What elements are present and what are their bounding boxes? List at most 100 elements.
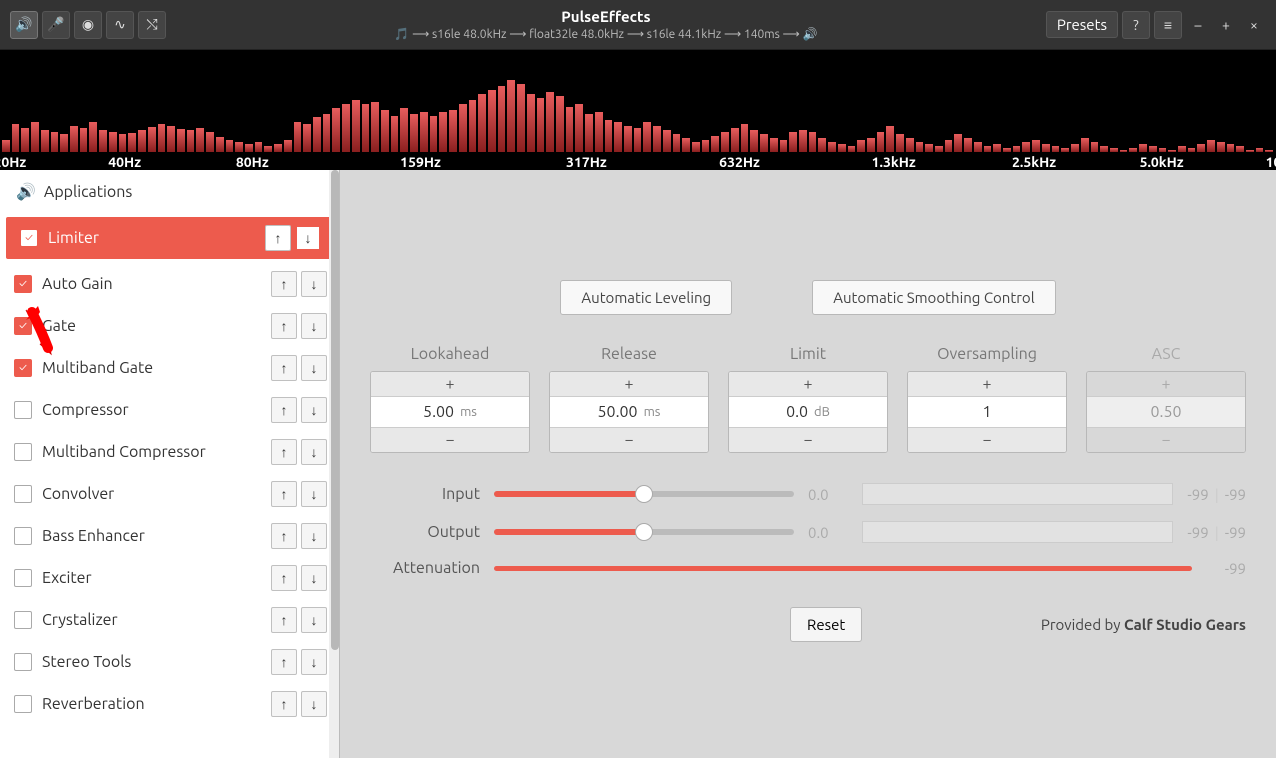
- freq-label: 80Hz: [236, 154, 269, 170]
- move-up-button[interactable]: ↑: [271, 649, 297, 675]
- freq-label: 1.3kHz: [872, 154, 916, 170]
- effect-row-limiter[interactable]: ✓Limiter↑↓: [6, 217, 333, 259]
- lookahead-param: Lookahead + 5.00 ms −: [370, 345, 530, 453]
- release-plus-button[interactable]: +: [550, 372, 708, 396]
- effect-checkbox[interactable]: [14, 611, 32, 629]
- effect-row-crystalizer[interactable]: Crystalizer ↑↓: [0, 599, 339, 641]
- close-button[interactable]: ×: [1242, 13, 1266, 37]
- asc-stepper[interactable]: + 0.50 −: [1086, 371, 1246, 453]
- effect-checkbox[interactable]: ✓: [14, 275, 32, 293]
- move-up-button[interactable]: ↑: [265, 225, 291, 251]
- sidebar-scrollbar[interactable]: [329, 170, 339, 758]
- lookahead-unit: ms: [460, 405, 477, 419]
- move-down-button[interactable]: ↓: [301, 355, 327, 381]
- move-up-button[interactable]: ↑: [271, 607, 297, 633]
- effect-label: Reverberation: [42, 695, 261, 713]
- release-stepper[interactable]: + 50.00 ms −: [549, 371, 709, 453]
- help-icon[interactable]: ?: [1122, 11, 1150, 39]
- limit-param: Limit + 0.0 dB −: [728, 345, 888, 453]
- move-up-button[interactable]: ↑: [271, 481, 297, 507]
- lookahead-label: Lookahead: [370, 345, 530, 363]
- effects-sidebar: 🔊 Applications ✓Limiter↑↓✓Auto Gain↑↓✓Ga…: [0, 170, 340, 758]
- asc-minus-button[interactable]: −: [1087, 428, 1245, 452]
- release-minus-button[interactable]: −: [550, 428, 708, 452]
- oversampling-stepper[interactable]: + 1 −: [907, 371, 1067, 453]
- effect-checkbox[interactable]: [14, 485, 32, 503]
- effect-row-stereo-tools[interactable]: Stereo Tools↑↓: [0, 641, 339, 683]
- limit-minus-button[interactable]: −: [729, 428, 887, 452]
- move-down-button[interactable]: ↓: [301, 649, 327, 675]
- effect-checkbox[interactable]: ✓: [14, 317, 32, 335]
- titlebar: 🔊 🎤 ◉ ∿ ⤭ PulseEffects 🎵 ⟶ s16le 48.0kHz…: [0, 0, 1276, 50]
- attenuation-value: -99: [1206, 560, 1246, 577]
- automatic-leveling-button[interactable]: Automatic Leveling: [560, 280, 732, 315]
- effect-checkbox[interactable]: [14, 527, 32, 545]
- move-up-button[interactable]: ↑: [271, 271, 297, 297]
- output-slider[interactable]: [494, 529, 794, 535]
- hamburger-icon[interactable]: ≡: [1154, 11, 1182, 39]
- asc-plus-button[interactable]: +: [1087, 372, 1245, 396]
- move-down-button[interactable]: ↓: [301, 565, 327, 591]
- move-up-button[interactable]: ↑: [271, 523, 297, 549]
- input-value: 0.0: [808, 486, 848, 503]
- effect-row-convolver[interactable]: Convolver↑↓: [0, 473, 339, 515]
- move-up-button[interactable]: ↑: [271, 439, 297, 465]
- effect-row-exciter[interactable]: Exciter↑↓: [0, 557, 339, 599]
- move-up-button[interactable]: ↑: [271, 565, 297, 591]
- minimize-button[interactable]: –: [1186, 13, 1210, 37]
- move-down-button[interactable]: ↓: [301, 313, 327, 339]
- effect-row-auto-gain[interactable]: ✓Auto Gain↑↓: [0, 263, 339, 305]
- input-slider[interactable]: [494, 491, 794, 497]
- maximize-button[interactable]: +: [1214, 13, 1238, 37]
- effect-checkbox[interactable]: ✓: [20, 229, 38, 247]
- effect-row-multiband-compressor[interactable]: Multiband Compressor↑↓: [0, 431, 339, 473]
- move-down-button[interactable]: ↓: [301, 607, 327, 633]
- effect-checkbox[interactable]: [14, 695, 32, 713]
- effect-row-compressor[interactable]: Compressor↑↓: [0, 389, 339, 431]
- source-tab-icon[interactable]: 🎤: [42, 11, 70, 39]
- move-up-button[interactable]: ↑: [271, 313, 297, 339]
- effect-checkbox[interactable]: [14, 653, 32, 671]
- freq-label: 632Hz: [719, 154, 760, 170]
- shuffle-icon[interactable]: ⤭: [138, 11, 166, 39]
- effect-checkbox[interactable]: [14, 443, 32, 461]
- presets-button[interactable]: Presets: [1046, 11, 1118, 38]
- move-down-button[interactable]: ↓: [301, 271, 327, 297]
- output-label: Output: [370, 523, 480, 541]
- effect-row-reverberation[interactable]: Reverberation ↑↓: [0, 683, 339, 725]
- limit-plus-button[interactable]: +: [729, 372, 887, 396]
- move-up-button[interactable]: ↑: [271, 691, 297, 717]
- move-down-button[interactable]: ↓: [295, 225, 321, 251]
- limiter-panel: Automatic Leveling Automatic Smoothing C…: [340, 170, 1276, 758]
- move-down-button[interactable]: ↓: [301, 691, 327, 717]
- lookahead-minus-button[interactable]: −: [371, 428, 529, 452]
- move-down-button[interactable]: ↓: [301, 523, 327, 549]
- applications-header[interactable]: 🔊 Applications: [0, 170, 339, 213]
- waveform-icon[interactable]: ∿: [106, 11, 134, 39]
- effect-label: Crystalizer: [42, 611, 261, 629]
- effect-checkbox[interactable]: [14, 401, 32, 419]
- output-meter: [862, 521, 1173, 543]
- move-down-button[interactable]: ↓: [301, 481, 327, 507]
- lookahead-plus-button[interactable]: +: [371, 372, 529, 396]
- camera-icon[interactable]: ◉: [74, 11, 102, 39]
- effect-row-bass-enhancer[interactable]: Bass Enhancer↑↓: [0, 515, 339, 557]
- limit-stepper[interactable]: + 0.0 dB −: [728, 371, 888, 453]
- oversampling-plus-button[interactable]: +: [908, 372, 1066, 396]
- oversampling-minus-button[interactable]: −: [908, 428, 1066, 452]
- release-label: Release: [549, 345, 709, 363]
- move-down-button[interactable]: ↓: [301, 439, 327, 465]
- limit-value: 0.0: [786, 403, 808, 421]
- lookahead-stepper[interactable]: + 5.00 ms −: [370, 371, 530, 453]
- move-up-button[interactable]: ↑: [271, 355, 297, 381]
- move-up-button[interactable]: ↑: [271, 397, 297, 423]
- reset-button[interactable]: Reset: [790, 607, 862, 642]
- move-down-button[interactable]: ↓: [301, 397, 327, 423]
- effect-checkbox[interactable]: [14, 569, 32, 587]
- effect-checkbox[interactable]: ✓: [14, 359, 32, 377]
- effect-row-gate[interactable]: ✓Gate↑↓: [0, 305, 339, 347]
- sink-tab-icon[interactable]: 🔊: [10, 11, 38, 39]
- output-meter-r: -99: [1225, 524, 1246, 541]
- automatic-smoothing-control-button[interactable]: Automatic Smoothing Control: [812, 280, 1055, 315]
- effect-row-multiband-gate[interactable]: ✓Multiband Gate↑↓: [0, 347, 339, 389]
